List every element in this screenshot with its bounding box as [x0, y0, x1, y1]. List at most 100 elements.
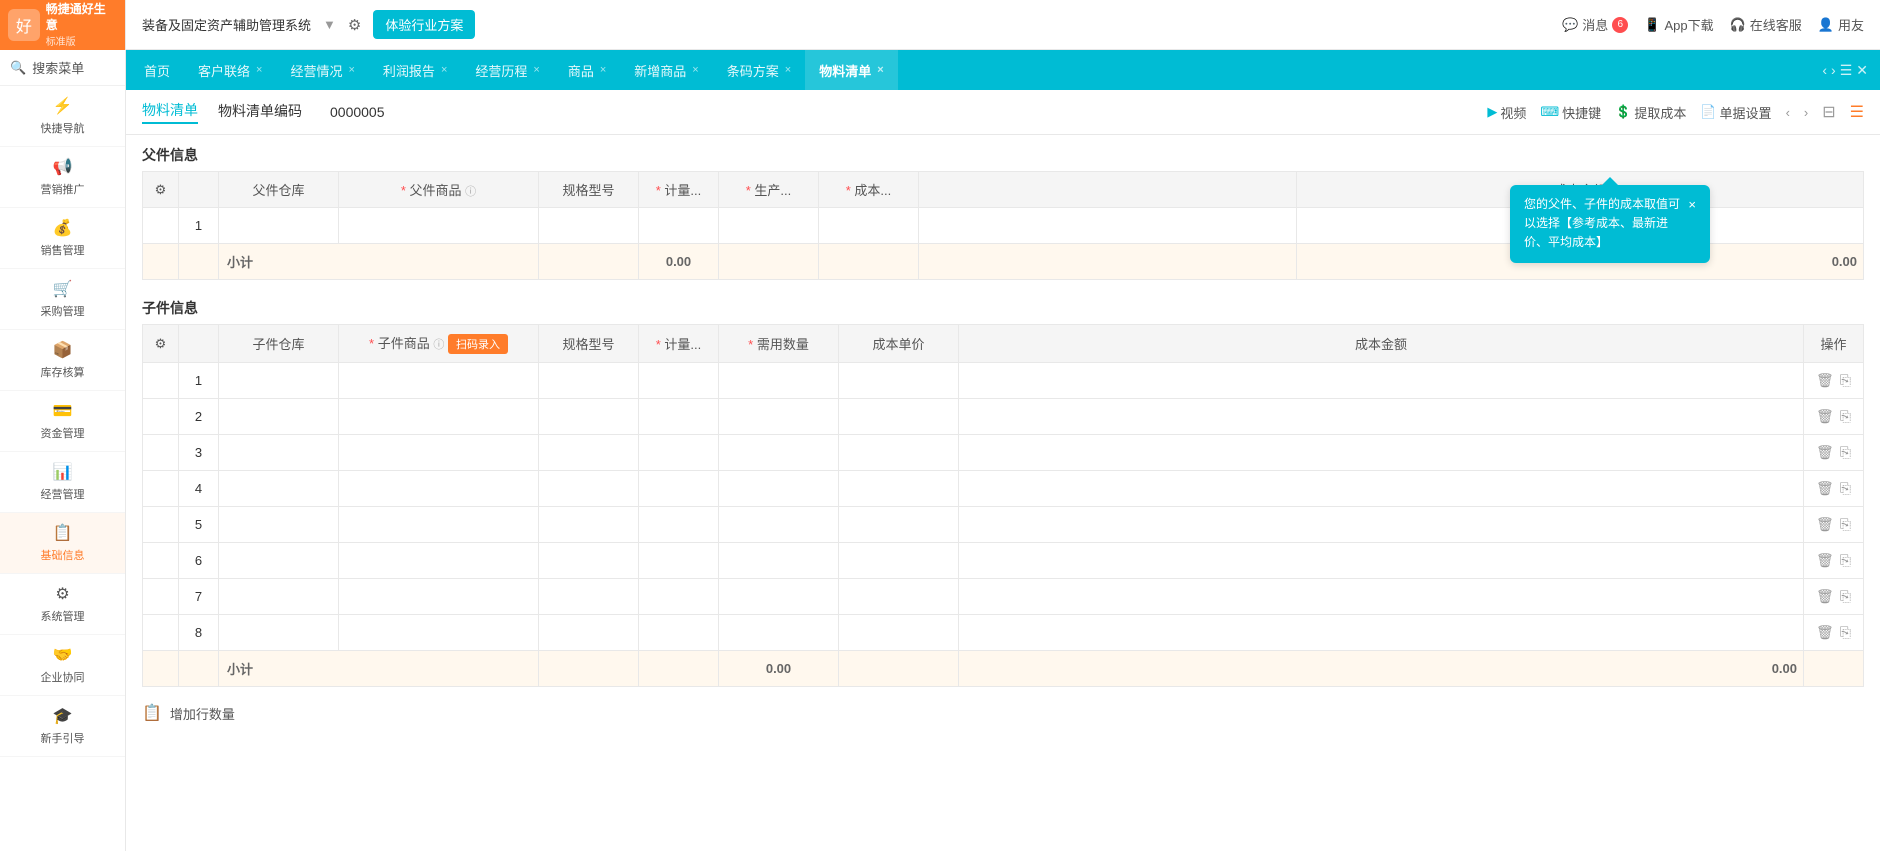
- child-row-product[interactable]: [339, 399, 539, 435]
- tab-barcode-close[interactable]: ×: [785, 64, 791, 76]
- sidebar-item-marketing[interactable]: 📢 营销推广: [0, 147, 125, 208]
- nav-menu-icon[interactable]: ☰: [1840, 62, 1853, 79]
- sidebar-item-base-info[interactable]: 📋 基础信息: [0, 513, 125, 574]
- copy-icon[interactable]: ⎘: [1840, 408, 1851, 425]
- settings-icon[interactable]: ⚙: [348, 16, 361, 34]
- child-row-needed[interactable]: [719, 435, 839, 471]
- sidebar-item-sales[interactable]: 💰 销售管理: [0, 208, 125, 269]
- child-row-unit-cost[interactable]: [839, 543, 959, 579]
- copy-icon[interactable]: ⎘: [1840, 624, 1851, 641]
- sidebar-item-finance[interactable]: 💳 资金管理: [0, 391, 125, 452]
- tooltip-close-btn[interactable]: ×: [1688, 195, 1696, 216]
- grid-view-icon[interactable]: ⊟: [1822, 102, 1835, 122]
- delete-icon[interactable]: 🗑: [1816, 444, 1834, 461]
- delete-icon[interactable]: 🗑: [1816, 408, 1834, 425]
- sidebar-item-enterprise[interactable]: 🤝 企业协同: [0, 635, 125, 696]
- child-row-unit-cost[interactable]: [839, 615, 959, 651]
- child-row-unit-cost[interactable]: [839, 507, 959, 543]
- parent-row1-spec[interactable]: [539, 208, 639, 244]
- sidebar-item-system[interactable]: ⚙ 系统管理: [0, 574, 125, 635]
- child-row-unit[interactable]: [639, 579, 719, 615]
- parent-row1-warehouse[interactable]: [219, 208, 339, 244]
- child-row-warehouse[interactable]: [219, 579, 339, 615]
- sub-tab-bom[interactable]: 物料清单: [142, 100, 198, 124]
- sidebar-item-search[interactable]: 🔍 搜索菜单: [0, 50, 125, 86]
- child-row-needed[interactable]: [719, 363, 839, 399]
- scan-btn[interactable]: 扫码录入: [448, 334, 508, 354]
- sidebar-item-operations[interactable]: 📊 经营管理: [0, 452, 125, 513]
- tab-goods-close[interactable]: ×: [600, 64, 606, 76]
- child-row-needed[interactable]: [719, 579, 839, 615]
- tab-barcode[interactable]: 条码方案 ×: [713, 50, 805, 90]
- tab-customer[interactable]: 客户联络 ×: [184, 50, 276, 90]
- list-view-icon[interactable]: ☰: [1850, 102, 1864, 122]
- tab-history[interactable]: 经营历程 ×: [461, 50, 553, 90]
- add-row-icon[interactable]: 📋: [142, 703, 162, 723]
- sub-tab-bom-code[interactable]: 物料清单编码: [218, 101, 302, 123]
- action-video[interactable]: ▶ 视频: [1487, 103, 1526, 122]
- nav-arrow-right[interactable]: ›: [1804, 105, 1808, 120]
- tab-operations[interactable]: 经营情况 ×: [276, 50, 368, 90]
- child-row-needed[interactable]: [719, 507, 839, 543]
- child-row-warehouse[interactable]: [219, 399, 339, 435]
- sidebar-item-quick-nav[interactable]: ⚡ 快捷导航: [0, 86, 125, 147]
- child-row-unit-cost[interactable]: [839, 363, 959, 399]
- child-row-product[interactable]: [339, 363, 539, 399]
- child-row-product[interactable]: [339, 579, 539, 615]
- copy-icon[interactable]: ⎘: [1840, 480, 1851, 497]
- delete-icon[interactable]: 🗑: [1816, 588, 1834, 605]
- nav-prev-icon[interactable]: ‹: [1822, 62, 1827, 78]
- tab-operations-close[interactable]: ×: [348, 64, 354, 76]
- action-single-setting[interactable]: 📄 单据设置: [1700, 103, 1771, 122]
- copy-icon[interactable]: ⎘: [1840, 372, 1851, 389]
- nav-next-icon[interactable]: ›: [1831, 62, 1836, 78]
- child-row-product[interactable]: [339, 543, 539, 579]
- delete-icon[interactable]: 🗑: [1816, 552, 1834, 569]
- tab-new-goods-close[interactable]: ×: [692, 64, 698, 76]
- child-row-spec[interactable]: [539, 399, 639, 435]
- child-row-unit[interactable]: [639, 471, 719, 507]
- parent-row1-produce[interactable]: [719, 208, 819, 244]
- child-row-unit[interactable]: [639, 435, 719, 471]
- sidebar-item-guide[interactable]: 🎓 新手引导: [0, 696, 125, 757]
- child-row-warehouse[interactable]: [219, 543, 339, 579]
- child-row-warehouse[interactable]: [219, 435, 339, 471]
- copy-icon[interactable]: ⎘: [1840, 588, 1851, 605]
- child-row-product[interactable]: [339, 471, 539, 507]
- experience-btn[interactable]: 体验行业方案: [373, 10, 475, 39]
- sidebar-item-inventory[interactable]: 📦 库存核算: [0, 330, 125, 391]
- child-row-spec[interactable]: [539, 543, 639, 579]
- child-row-needed[interactable]: [719, 399, 839, 435]
- child-row-unit[interactable]: [639, 399, 719, 435]
- child-row-needed[interactable]: [719, 543, 839, 579]
- parent-row1-unit[interactable]: [639, 208, 719, 244]
- nav-arrow-left[interactable]: ‹: [1786, 105, 1790, 120]
- tab-customer-close[interactable]: ×: [256, 64, 262, 76]
- child-row-spec[interactable]: [539, 435, 639, 471]
- child-row-unit[interactable]: [639, 543, 719, 579]
- tab-profit[interactable]: 利润报告 ×: [369, 50, 461, 90]
- copy-icon[interactable]: ⎘: [1840, 552, 1851, 569]
- tab-new-goods[interactable]: 新增商品 ×: [620, 50, 712, 90]
- child-row-spec[interactable]: [539, 471, 639, 507]
- delete-icon[interactable]: 🗑: [1816, 480, 1834, 497]
- child-row-unit[interactable]: [639, 363, 719, 399]
- child-row-product[interactable]: [339, 615, 539, 651]
- online-service-btn[interactable]: 🎧 在线客服: [1730, 15, 1802, 34]
- tab-bom[interactable]: 物料清单 ×: [805, 50, 897, 90]
- parent-row1-cost[interactable]: [819, 208, 919, 244]
- child-row-spec[interactable]: [539, 579, 639, 615]
- nav-close-all-icon[interactable]: ✕: [1856, 62, 1868, 79]
- tab-bom-close[interactable]: ×: [877, 64, 883, 76]
- sidebar-item-purchase[interactable]: 🛒 采购管理: [0, 269, 125, 330]
- parent-row1-product[interactable]: [339, 208, 539, 244]
- tab-goods[interactable]: 商品 ×: [554, 50, 620, 90]
- child-row-spec[interactable]: [539, 363, 639, 399]
- info-icon-parent[interactable]: ⓘ: [465, 186, 476, 198]
- tab-history-close[interactable]: ×: [533, 64, 539, 76]
- child-row-unit[interactable]: [639, 615, 719, 651]
- action-cost[interactable]: 💲 提取成本: [1615, 103, 1686, 122]
- child-row-spec[interactable]: [539, 615, 639, 651]
- child-row-unit[interactable]: [639, 507, 719, 543]
- child-row-unit-cost[interactable]: [839, 471, 959, 507]
